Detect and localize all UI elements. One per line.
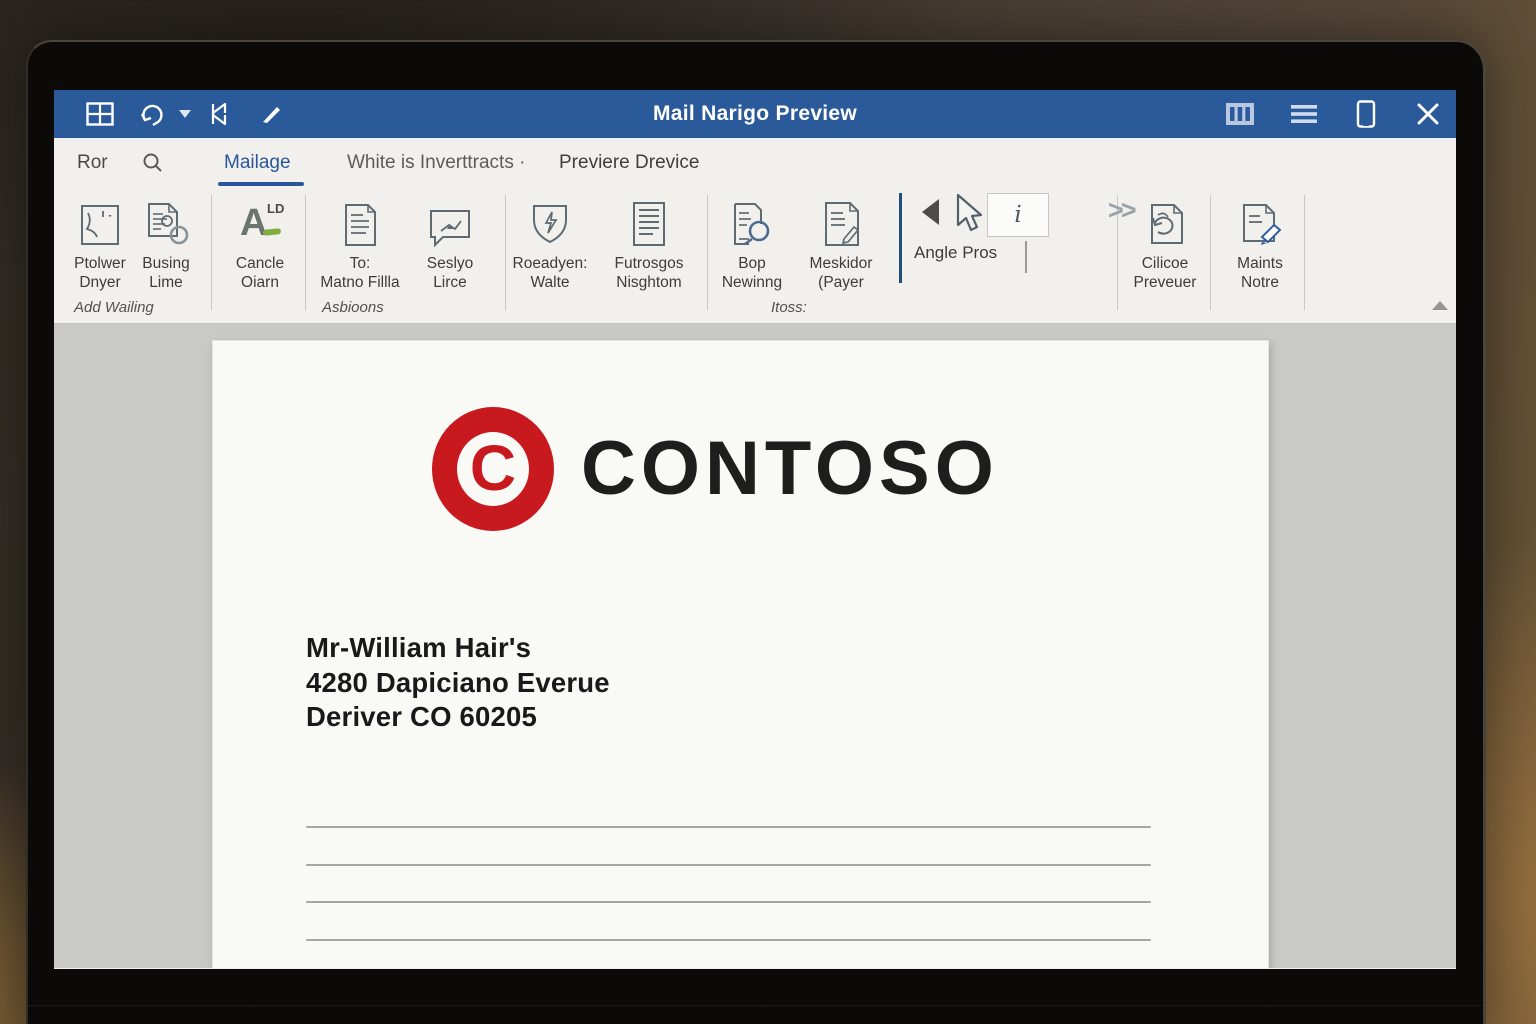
ribbon-button-preview-results[interactable]: Cilicoe Preveuer — [1119, 195, 1211, 307]
back-triangle-icon — [922, 199, 939, 225]
group-label-asbioons: Asbioons — [322, 299, 384, 316]
ribbon-button-rules[interactable]: Roeadyen: Walte — [501, 195, 599, 307]
contoso-logo-icon: C — [432, 407, 554, 531]
search-icon[interactable] — [142, 138, 164, 187]
close-icon[interactable] — [1402, 90, 1454, 138]
redo-flag-icon[interactable] — [198, 90, 242, 138]
text-cursor — [1025, 241, 1027, 273]
app-window: Mail Narigo Preview Ror Mailage White is… — [54, 90, 1456, 969]
ribbon-button-check-errors[interactable]: Meskidor (Payer — [793, 195, 889, 307]
recipient-city: Deriver CO 60205 — [306, 701, 537, 732]
rule-line — [306, 826, 1151, 828]
document-list-icon — [629, 195, 669, 247]
recipient-street: 4280 Dapiciano Everue — [306, 666, 610, 698]
nav-info-button[interactable]: i — [987, 193, 1049, 237]
document-canvas: C CONTOSO Mr-William Hair's 4280 Dapicia… — [54, 324, 1456, 968]
document-lines-icon — [340, 195, 380, 247]
phone-icon[interactable] — [1340, 90, 1392, 138]
rule-line — [306, 863, 1151, 866]
laptop-bezel: Mail Narigo Preview Ror Mailage White is… — [26, 40, 1486, 1024]
pencil-icon[interactable] — [250, 90, 290, 138]
group-label-add-wailing: Add Wailing — [74, 299, 154, 316]
tab-file[interactable]: Ror — [77, 138, 108, 187]
group-divider-highlight — [899, 193, 902, 283]
contoso-logo-text: CONTOSO — [581, 426, 999, 511]
recipient-name: Mr-William Hair's — [306, 632, 532, 663]
table-grid-icon[interactable] — [78, 90, 122, 138]
greeting-line-icon — [143, 195, 189, 247]
rule-line — [306, 938, 1151, 941]
tab-preview-results[interactable]: Previere Drevice — [559, 138, 699, 187]
document-pen-icon — [818, 195, 864, 247]
cursor-arrow-icon — [956, 193, 983, 232]
laptop-hinge — [28, 1005, 1483, 1008]
dropdown-caret-icon[interactable] — [172, 90, 198, 138]
letter-page[interactable]: C CONTOSO Mr-William Hair's 4280 Dapicia… — [212, 340, 1269, 968]
body-rule-lines — [306, 826, 1151, 968]
address-block-icon — [79, 195, 121, 247]
green-tilde — [262, 228, 282, 236]
ribbon-button-finish-merge[interactable]: Maints Notre — [1214, 195, 1306, 307]
columns-icon[interactable] — [1214, 90, 1266, 138]
ribbon: Ptolwer Dnyer Busing Lime Add Wailing A … — [54, 187, 1456, 324]
ribbon-button-greeting-line[interactable]: Busing Lime — [120, 195, 212, 307]
ribbon-button-address-line[interactable]: Seslyo Lirce — [404, 195, 496, 307]
document-bluepen-icon — [1236, 195, 1284, 247]
recipient-address-block: Mr-William Hair's 4280 Dapiciano Everue … — [306, 631, 610, 735]
title-bar: Mail Narigo Preview — [54, 90, 1456, 138]
menu-icon[interactable] — [1278, 90, 1330, 138]
nav-back-button[interactable] — [922, 199, 939, 225]
merge-field-icon: A LD — [240, 201, 285, 244]
nav-pointer-button[interactable] — [952, 193, 986, 233]
document-magnifier-icon — [729, 195, 775, 247]
undo-icon[interactable] — [132, 90, 172, 138]
active-tab-underline — [218, 182, 304, 186]
speech-bubble-icon — [427, 195, 473, 247]
rule-line — [306, 901, 1151, 903]
nav-group-label: Angle Pros — [914, 243, 998, 262]
tab-hint-text[interactable]: White is Inverttracts · — [347, 138, 525, 187]
document-refresh-icon — [1142, 195, 1188, 247]
ribbon-button-to-field[interactable]: To: Matno Fillla — [304, 195, 416, 307]
photo-background: Mail Narigo Preview Ror Mailage White is… — [0, 0, 1536, 1024]
group-label-itoss: Itoss: — [771, 299, 807, 316]
ribbon-button-find-recipient[interactable]: Bop Newinng — [705, 195, 799, 307]
shield-bolt-icon — [528, 195, 572, 247]
tab-mailings[interactable]: Mailage — [224, 138, 291, 187]
ribbon-tab-row: Ror Mailage White is Inverttracts · Prev… — [54, 138, 1456, 187]
ribbon-button-match-fields[interactable]: Futrosgos Nisghtom — [598, 195, 700, 307]
ribbon-button-merge-field[interactable]: A LD Cancle Oiarn — [214, 195, 306, 307]
collapse-ribbon-button[interactable] — [1432, 301, 1448, 310]
